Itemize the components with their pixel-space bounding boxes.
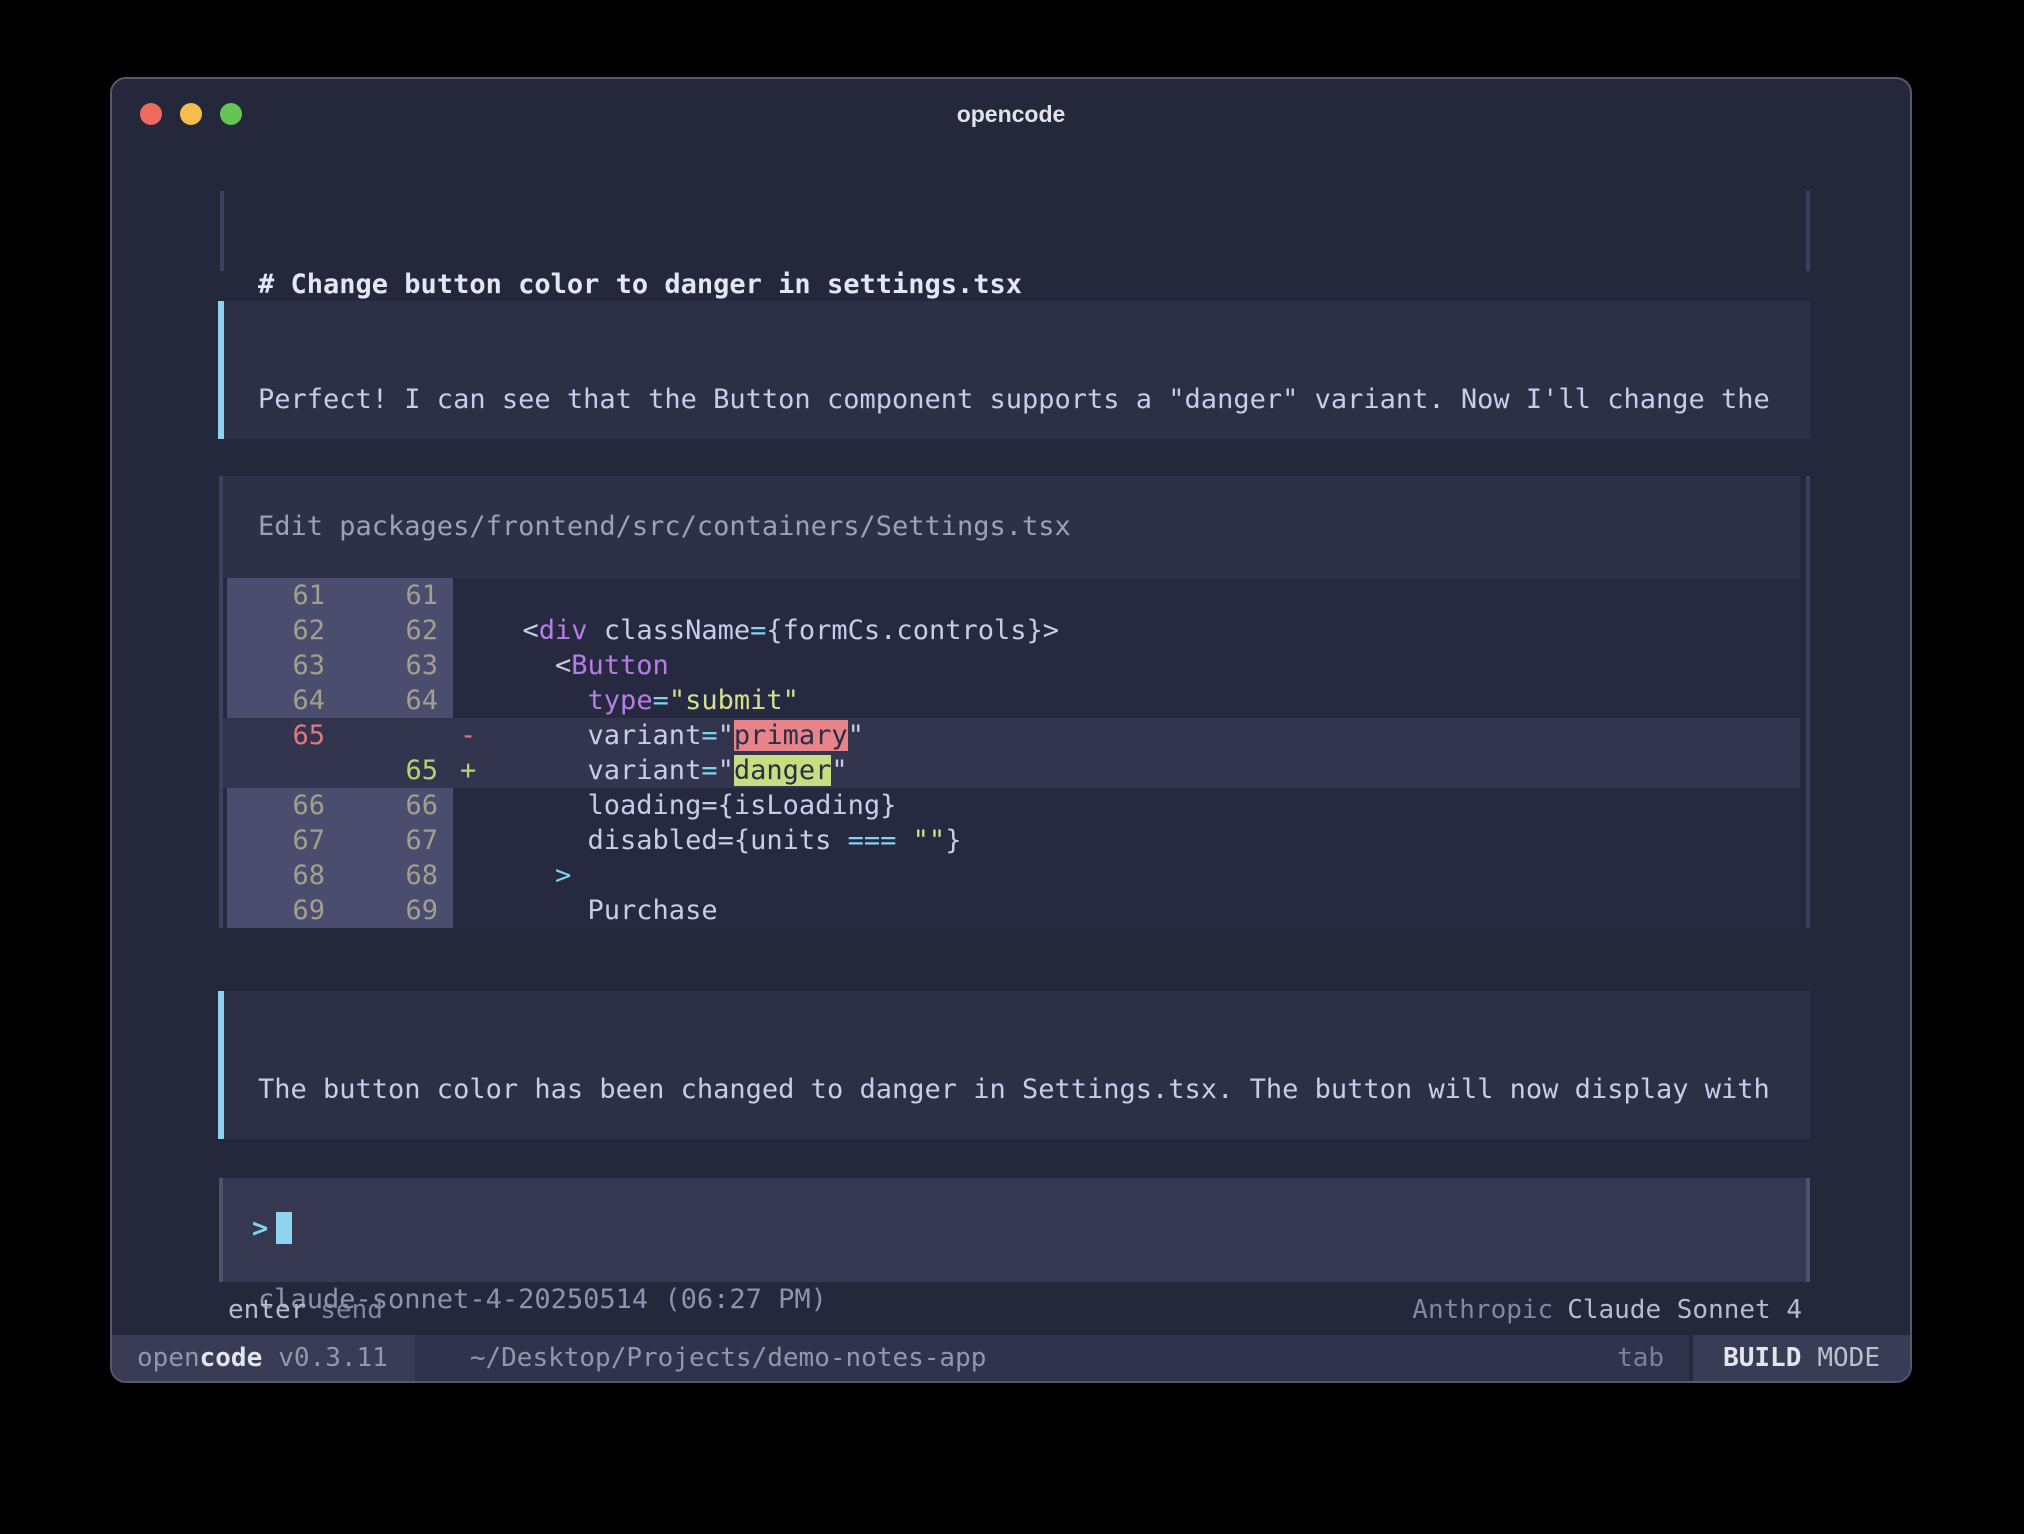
model-label: Claude Sonnet 4 bbox=[1567, 1295, 1802, 1325]
app-version: v0.3.11 bbox=[278, 1343, 388, 1373]
prompt-input[interactable]: > bbox=[219, 1178, 1810, 1282]
diff-line: 6161 bbox=[223, 578, 1800, 613]
message-line: Perfect! I can see that the Button compo… bbox=[258, 382, 1790, 417]
status-bar: opencode v0.3.11 ~/Desktop/Projects/demo-… bbox=[112, 1335, 1910, 1381]
assistant-message-1: Perfect! I can see that the Button compo… bbox=[218, 301, 1810, 439]
diff-line: 6868 > bbox=[223, 858, 1800, 893]
enter-key-hint: enter bbox=[228, 1295, 306, 1325]
brand-open: open bbox=[137, 1343, 200, 1373]
diff-line: 65- variant="primary" bbox=[223, 718, 1800, 753]
key-hints-row: enter send Anthropic Claude Sonnet 4 bbox=[219, 1293, 1810, 1327]
provider-label: Anthropic bbox=[1412, 1295, 1553, 1325]
diff-line: 6969 Purchase bbox=[223, 893, 1800, 928]
diff-line: 6464 type="submit" bbox=[223, 683, 1800, 718]
session-title: # Change button color to danger in setti… bbox=[258, 266, 1770, 303]
working-directory: ~/Desktop/Projects/demo-notes-app bbox=[470, 1335, 987, 1381]
text-cursor-block bbox=[276, 1212, 292, 1244]
diff-line: 6666 loading={isLoading} bbox=[223, 788, 1800, 823]
edit-tool-call: Edit packages/frontend/src/containers/Se… bbox=[219, 476, 1810, 928]
diff-view: 61616262 <div className={formCs.controls… bbox=[223, 578, 1800, 928]
titlebar: opencode bbox=[112, 79, 1910, 141]
send-label: send bbox=[320, 1295, 383, 1325]
prompt-caret: > bbox=[252, 1213, 268, 1244]
diff-line: 65+ variant="danger" bbox=[223, 753, 1800, 788]
session-header: # Change button color to danger in setti… bbox=[220, 191, 1810, 271]
diff-line: 6363 <Button bbox=[223, 648, 1800, 683]
mode-indicator: BUILD MODE bbox=[1693, 1335, 1910, 1381]
tab-key-hint: tab bbox=[1617, 1335, 1664, 1381]
window-title: opencode bbox=[112, 79, 1910, 141]
diff-line: 6767 disabled={units === ""} bbox=[223, 823, 1800, 858]
app-brand: opencode v0.3.11 bbox=[112, 1335, 415, 1381]
message-line: The button color has been changed to dan… bbox=[258, 1072, 1790, 1107]
brand-code: code bbox=[200, 1343, 263, 1373]
assistant-message-2: The button color has been changed to dan… bbox=[218, 991, 1810, 1139]
mode-name: BUILD bbox=[1723, 1343, 1801, 1373]
edit-tool-header: Edit packages/frontend/src/containers/Se… bbox=[223, 476, 1800, 578]
mode-suffix: MODE bbox=[1817, 1343, 1880, 1373]
diff-line: 6262 <div className={formCs.controls}> bbox=[223, 613, 1800, 648]
opencode-window: opencode # Change button color to danger… bbox=[110, 77, 1912, 1383]
